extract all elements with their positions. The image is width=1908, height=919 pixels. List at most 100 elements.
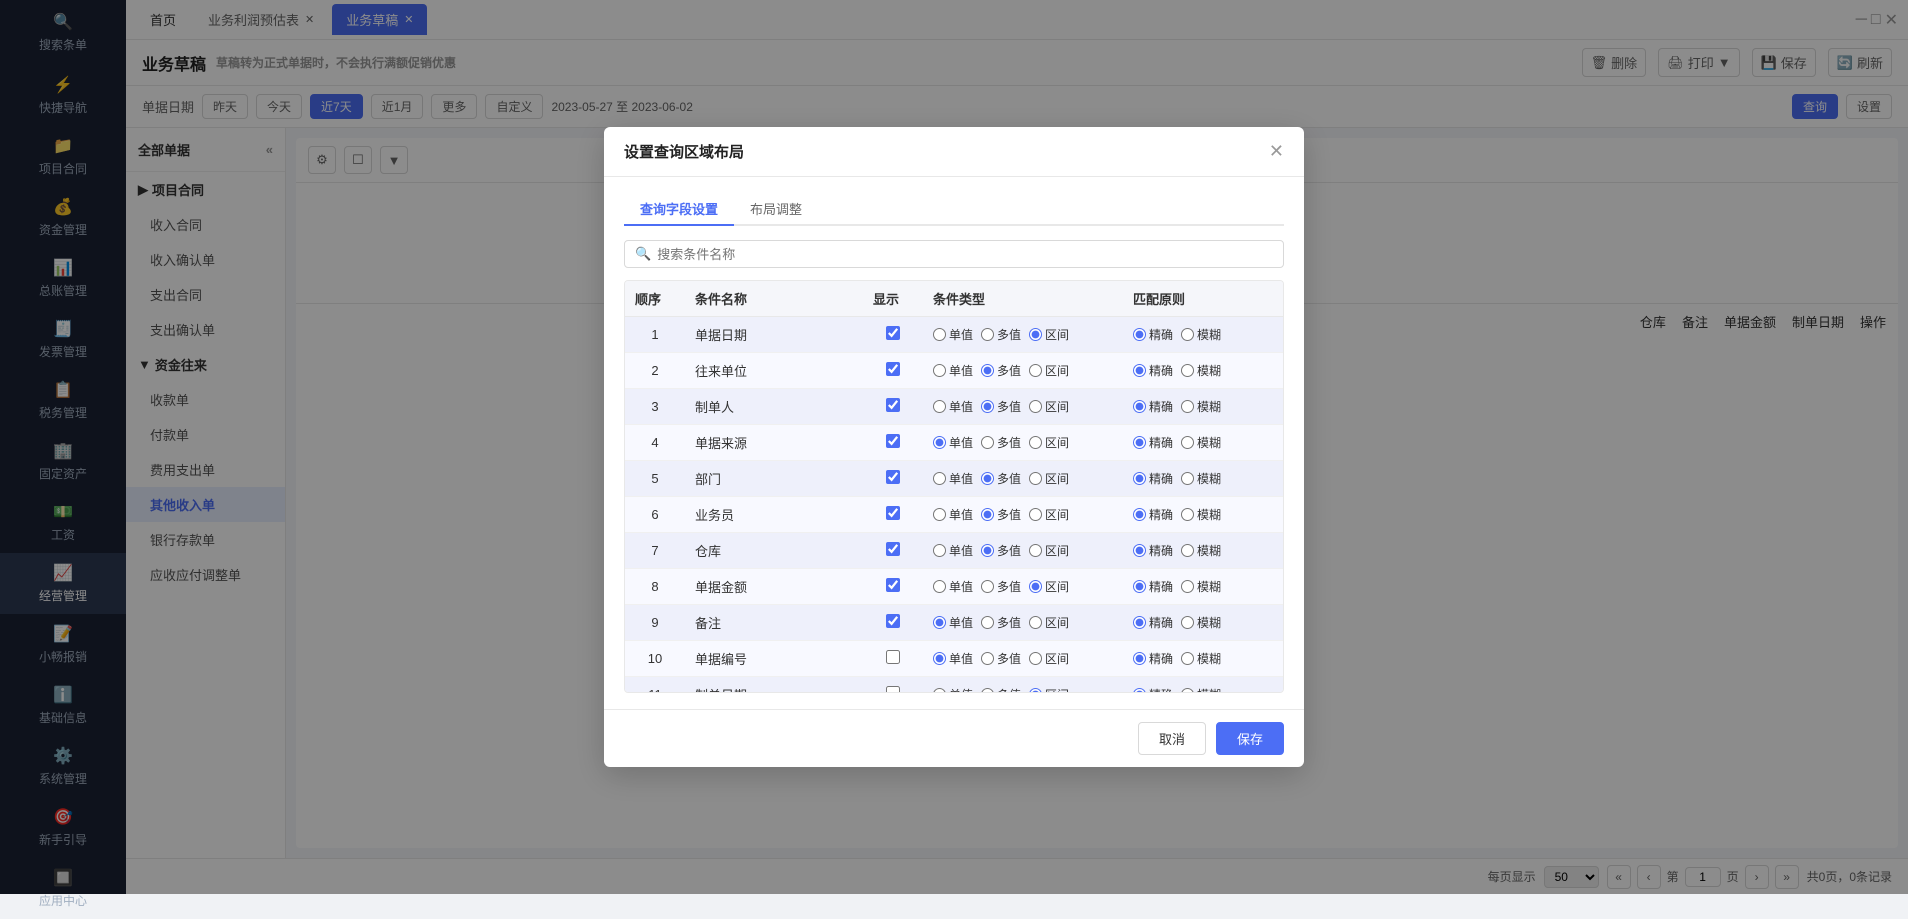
cell-match[interactable]: 精确模糊: [1123, 641, 1283, 677]
type-radio-区间[interactable]: [1029, 616, 1042, 629]
cell-type[interactable]: 单值多值区间: [923, 353, 1123, 389]
cell-type[interactable]: 单值多值区间: [923, 389, 1123, 425]
type-radio-区间[interactable]: [1029, 328, 1042, 341]
type-radio-单值[interactable]: [933, 328, 946, 341]
display-checkbox[interactable]: [886, 398, 900, 412]
match-radio-模糊[interactable]: [1181, 580, 1194, 593]
type-radio-单值[interactable]: [933, 616, 946, 629]
type-radio-单值[interactable]: [933, 508, 946, 521]
type-radio-多值[interactable]: [981, 364, 994, 377]
type-radio-区间[interactable]: [1029, 544, 1042, 557]
cell-match[interactable]: 精确模糊: [1123, 497, 1283, 533]
match-radio-精确[interactable]: [1133, 400, 1146, 413]
type-radio-单值[interactable]: [933, 652, 946, 665]
cell-match[interactable]: 精确模糊: [1123, 353, 1283, 389]
match-radio-精确[interactable]: [1133, 472, 1146, 485]
display-checkbox[interactable]: [886, 326, 900, 340]
cell-display[interactable]: [863, 569, 923, 605]
match-radio-模糊[interactable]: [1181, 364, 1194, 377]
cell-match[interactable]: 精确模糊: [1123, 461, 1283, 497]
match-radio-模糊[interactable]: [1181, 616, 1194, 629]
cell-match[interactable]: 精确模糊: [1123, 533, 1283, 569]
type-radio-多值[interactable]: [981, 688, 994, 693]
type-radio-单值[interactable]: [933, 688, 946, 693]
match-radio-精确[interactable]: [1133, 436, 1146, 449]
type-radio-单值[interactable]: [933, 544, 946, 557]
cell-display[interactable]: [863, 497, 923, 533]
cell-type[interactable]: 单值多值区间: [923, 569, 1123, 605]
display-checkbox[interactable]: [886, 506, 900, 520]
type-radio-多值[interactable]: [981, 616, 994, 629]
cell-match[interactable]: 精确模糊: [1123, 677, 1283, 694]
match-radio-精确[interactable]: [1133, 688, 1146, 693]
type-radio-多值[interactable]: [981, 400, 994, 413]
cell-match[interactable]: 精确模糊: [1123, 569, 1283, 605]
modal-search-box[interactable]: 🔍: [624, 240, 1284, 268]
type-radio-多值[interactable]: [981, 472, 994, 485]
cell-type[interactable]: 单值多值区间: [923, 461, 1123, 497]
match-radio-精确[interactable]: [1133, 328, 1146, 341]
cell-display[interactable]: [863, 677, 923, 694]
type-radio-单值[interactable]: [933, 436, 946, 449]
cell-display[interactable]: [863, 461, 923, 497]
cell-type[interactable]: 单值多值区间: [923, 533, 1123, 569]
type-radio-多值[interactable]: [981, 436, 994, 449]
match-radio-精确[interactable]: [1133, 616, 1146, 629]
cell-display[interactable]: [863, 605, 923, 641]
display-checkbox[interactable]: [886, 686, 900, 693]
cell-type[interactable]: 单值多值区间: [923, 425, 1123, 461]
type-radio-区间[interactable]: [1029, 400, 1042, 413]
type-radio-区间[interactable]: [1029, 364, 1042, 377]
type-radio-单值[interactable]: [933, 472, 946, 485]
cell-match[interactable]: 精确模糊: [1123, 605, 1283, 641]
cell-match[interactable]: 精确模糊: [1123, 317, 1283, 353]
match-radio-精确[interactable]: [1133, 508, 1146, 521]
cell-display[interactable]: [863, 317, 923, 353]
match-radio-精确[interactable]: [1133, 364, 1146, 377]
match-radio-模糊[interactable]: [1181, 652, 1194, 665]
display-checkbox[interactable]: [886, 434, 900, 448]
display-checkbox[interactable]: [886, 614, 900, 628]
cell-display[interactable]: [863, 353, 923, 389]
match-radio-模糊[interactable]: [1181, 400, 1194, 413]
cancel-button[interactable]: 取消: [1138, 722, 1206, 755]
modal-close-button[interactable]: ✕: [1269, 141, 1284, 162]
type-radio-单值[interactable]: [933, 364, 946, 377]
type-radio-多值[interactable]: [981, 544, 994, 557]
cell-type[interactable]: 单值多值区间: [923, 605, 1123, 641]
type-radio-区间[interactable]: [1029, 652, 1042, 665]
display-checkbox[interactable]: [886, 542, 900, 556]
modal-search-input[interactable]: [657, 247, 1273, 262]
display-checkbox[interactable]: [886, 362, 900, 376]
type-radio-多值[interactable]: [981, 580, 994, 593]
cell-display[interactable]: [863, 425, 923, 461]
cell-display[interactable]: [863, 533, 923, 569]
match-radio-精确[interactable]: [1133, 580, 1146, 593]
cell-display[interactable]: [863, 641, 923, 677]
cell-type[interactable]: 单值多值区间: [923, 317, 1123, 353]
match-radio-模糊[interactable]: [1181, 436, 1194, 449]
match-radio-精确[interactable]: [1133, 652, 1146, 665]
display-checkbox[interactable]: [886, 578, 900, 592]
match-radio-模糊[interactable]: [1181, 328, 1194, 341]
match-radio-模糊[interactable]: [1181, 688, 1194, 693]
modal-tab-fields[interactable]: 查询字段设置: [624, 193, 734, 226]
type-radio-多值[interactable]: [981, 652, 994, 665]
type-radio-区间[interactable]: [1029, 508, 1042, 521]
type-radio-区间[interactable]: [1029, 688, 1042, 693]
type-radio-区间[interactable]: [1029, 472, 1042, 485]
type-radio-单值[interactable]: [933, 400, 946, 413]
match-radio-模糊[interactable]: [1181, 508, 1194, 521]
type-radio-区间[interactable]: [1029, 580, 1042, 593]
cell-match[interactable]: 精确模糊: [1123, 389, 1283, 425]
type-radio-区间[interactable]: [1029, 436, 1042, 449]
display-checkbox[interactable]: [886, 650, 900, 664]
type-radio-多值[interactable]: [981, 508, 994, 521]
cell-match[interactable]: 精确模糊: [1123, 425, 1283, 461]
cell-type[interactable]: 单值多值区间: [923, 641, 1123, 677]
type-radio-单值[interactable]: [933, 580, 946, 593]
modal-save-button[interactable]: 保存: [1216, 722, 1284, 755]
match-radio-模糊[interactable]: [1181, 544, 1194, 557]
modal-tab-layout[interactable]: 布局调整: [734, 193, 818, 226]
match-radio-模糊[interactable]: [1181, 472, 1194, 485]
